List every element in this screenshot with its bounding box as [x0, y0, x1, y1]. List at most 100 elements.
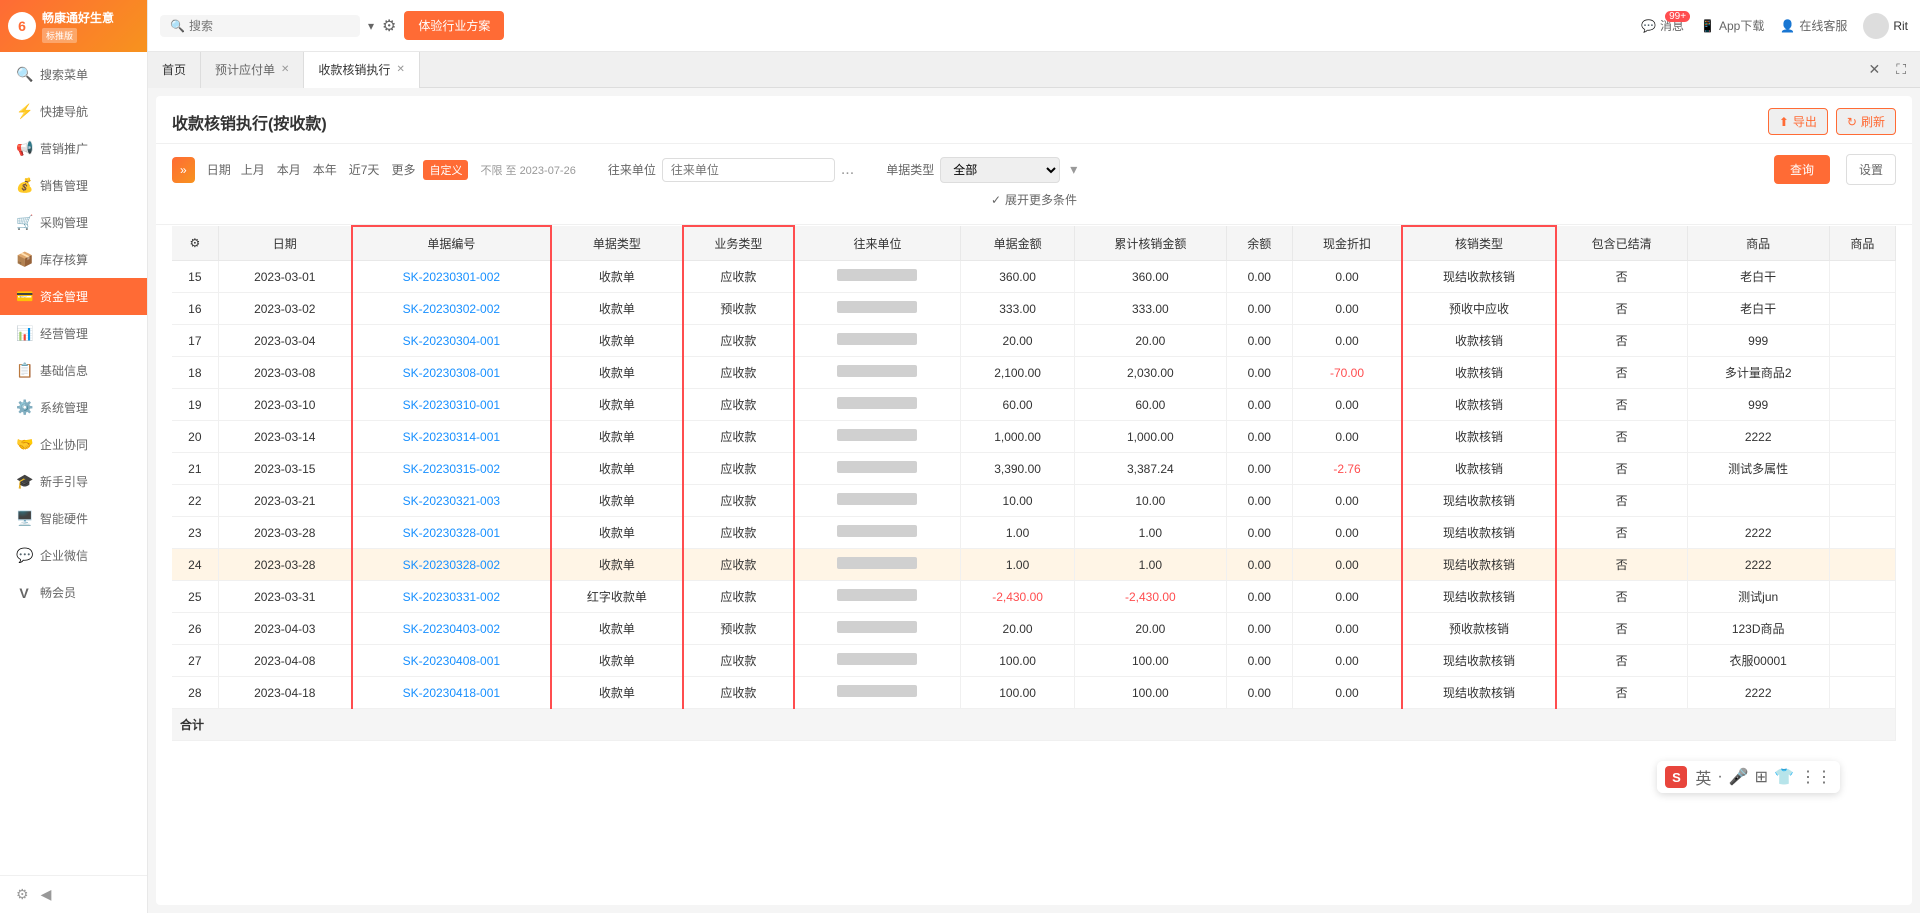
- user-avatar[interactable]: Rit: [1863, 13, 1908, 39]
- topnav-search-box[interactable]: 🔍: [160, 15, 360, 37]
- marketing-icon: 📢: [16, 140, 32, 157]
- sidebar-item-base-info[interactable]: 📋 基础信息: [0, 352, 147, 389]
- filter-date-more[interactable]: 更多: [387, 159, 419, 180]
- sidebar-item-system[interactable]: ⚙️ 系统管理: [0, 389, 147, 426]
- tab-close-collection[interactable]: ✕: [396, 64, 404, 75]
- doc-no-link[interactable]: SK-20230315-002: [403, 462, 500, 476]
- cell-balance: 0.00: [1226, 645, 1292, 677]
- doctype-dropdown-icon[interactable]: ▾: [1070, 161, 1077, 178]
- cell-product2: [1829, 293, 1895, 325]
- sidebar-item-enterprise[interactable]: 🤝 企业协同: [0, 426, 147, 463]
- cell-doc-amount: 333.00: [961, 293, 1075, 325]
- table-row: 26 2023-04-03 SK-20230403-002 收款单 预收款 20…: [172, 613, 1896, 645]
- partner-more-icon[interactable]: ...: [841, 161, 854, 179]
- maximize-icon[interactable]: ⛶: [1890, 59, 1912, 80]
- cell-cash-discount: 0.00: [1292, 517, 1402, 549]
- filter-date-this-month[interactable]: 本月: [273, 159, 305, 180]
- partner-input[interactable]: [662, 158, 835, 182]
- close-window-icon[interactable]: ✕: [1862, 59, 1886, 80]
- cell-doc-type: 收款单: [551, 645, 683, 677]
- collapse-icon[interactable]: ◀: [41, 886, 52, 903]
- query-button[interactable]: 查询: [1774, 155, 1830, 184]
- doc-no-link[interactable]: SK-20230408-001: [403, 654, 500, 668]
- cell-cum-amount: 360.00: [1074, 261, 1226, 293]
- doc-no-link[interactable]: SK-20230302-002: [403, 302, 500, 316]
- sidebar-item-member[interactable]: V 畅会员: [0, 574, 147, 611]
- topnav: 🔍 ▾ ⚙ 体验行业方案 💬 消息 99+ 📱 App下载 👤 在线客服 Rit: [148, 0, 1920, 52]
- filter-date-7days[interactable]: 近7天: [345, 159, 384, 180]
- solution-button[interactable]: 体验行业方案: [404, 11, 504, 40]
- footer-total-label: 合计: [172, 709, 1896, 741]
- main-area: 🔍 ▾ ⚙ 体验行业方案 💬 消息 99+ 📱 App下载 👤 在线客服 Rit: [148, 0, 1920, 913]
- tab-home[interactable]: 首页: [148, 52, 201, 88]
- cell-cum-amount: 3,387.24: [1074, 453, 1226, 485]
- col-header-gear[interactable]: ⚙: [172, 226, 218, 261]
- doc-no-link[interactable]: SK-20230321-003: [403, 494, 500, 508]
- sidebar-item-sales[interactable]: 💰 销售管理: [0, 167, 147, 204]
- doc-no-link[interactable]: SK-20230314-001: [403, 430, 500, 444]
- service-button[interactable]: 👤 在线客服: [1780, 17, 1847, 34]
- filter-date-last-month[interactable]: 上月: [237, 159, 269, 180]
- sidebar-item-marketing[interactable]: 📢 营销推广: [0, 130, 147, 167]
- doc-no-link[interactable]: SK-20230328-002: [403, 558, 500, 572]
- cell-doc-no: SK-20230308-001: [352, 357, 551, 389]
- cell-balance: 0.00: [1226, 261, 1292, 293]
- sidebar-item-wechat[interactable]: 💬 企业微信: [0, 537, 147, 574]
- settings-button[interactable]: 设置: [1846, 154, 1896, 185]
- cell-date: 2023-03-14: [218, 421, 352, 453]
- doc-no-link[interactable]: SK-20230304-001: [403, 334, 500, 348]
- sidebar-item-search-menu[interactable]: 🔍 搜索菜单: [0, 56, 147, 93]
- cell-biz-type: 应收款: [683, 645, 794, 677]
- sidebar-item-purchase[interactable]: 🛒 采购管理: [0, 204, 147, 241]
- tab-close-prepayment[interactable]: ✕: [281, 64, 289, 75]
- doc-no-link[interactable]: SK-20230403-002: [403, 622, 500, 636]
- cell-product: 999: [1687, 325, 1829, 357]
- doc-no-link[interactable]: SK-20230331-002: [403, 590, 500, 604]
- sidebar-item-quick-nav[interactable]: ⚡ 快捷导航: [0, 93, 147, 130]
- cell-product: 2222: [1687, 549, 1829, 581]
- doc-type-select[interactable]: 全部 收款单 红字收款单: [940, 157, 1060, 183]
- export-button[interactable]: ⬆ 导出: [1768, 108, 1828, 135]
- doc-no-link[interactable]: SK-20230310-001: [403, 398, 500, 412]
- gear-icon[interactable]: ⚙: [382, 16, 396, 36]
- quick-nav-icon: ⚡: [16, 103, 32, 120]
- cell-doc-amount: 1.00: [961, 549, 1075, 581]
- refresh-button[interactable]: ↻ 刷新: [1836, 108, 1896, 135]
- cell-write-off-type: 收款核销: [1402, 421, 1556, 453]
- doc-no-link[interactable]: SK-20230308-001: [403, 366, 500, 380]
- avatar: [1863, 13, 1889, 39]
- doc-no-link[interactable]: SK-20230328-001: [403, 526, 500, 540]
- col-header-partner: 往来单位: [794, 226, 961, 261]
- doc-no-link[interactable]: SK-20230301-002: [403, 270, 500, 284]
- doc-no-link[interactable]: SK-20230418-001: [403, 686, 500, 700]
- filter-expand-more[interactable]: ✓ 展开更多条件: [172, 185, 1896, 214]
- cell-doc-no: SK-20230331-002: [352, 581, 551, 613]
- col-header-product2: 商品: [1829, 226, 1895, 261]
- sidebar-item-beginner[interactable]: 🎓 新手引导: [0, 463, 147, 500]
- cell-cum-amount: 100.00: [1074, 645, 1226, 677]
- messages-button[interactable]: 💬 消息 99+: [1641, 17, 1684, 34]
- sidebar-item-finance[interactable]: 💳 资金管理: [0, 278, 147, 315]
- filter-date-custom-button[interactable]: 自定义: [423, 160, 468, 180]
- tab-prepayment[interactable]: 预计应付单 ✕: [201, 52, 304, 88]
- sidebar-item-operations[interactable]: 📊 经营管理: [0, 315, 147, 352]
- cell-write-off-type: 现结收款核销: [1402, 581, 1556, 613]
- settings-icon[interactable]: ⚙: [16, 886, 29, 903]
- cell-product: 测试多属性: [1687, 453, 1829, 485]
- sidebar-item-inventory[interactable]: 📦 库存核算: [0, 241, 147, 278]
- dropdown-icon[interactable]: ▾: [368, 19, 374, 33]
- app-download-button[interactable]: 📱 App下载: [1700, 17, 1764, 34]
- filter-expand-button[interactable]: »: [172, 157, 195, 183]
- cell-doc-type: 收款单: [551, 293, 683, 325]
- search-input[interactable]: [189, 19, 329, 33]
- cell-include-settled: 否: [1556, 485, 1687, 517]
- sidebar-item-hardware[interactable]: 🖥️ 智能硬件: [0, 500, 147, 537]
- table-row: 19 2023-03-10 SK-20230310-001 收款单 应收款 60…: [172, 389, 1896, 421]
- cell-write-off-type: 现结收款核销: [1402, 261, 1556, 293]
- cell-product2: [1829, 517, 1895, 549]
- cell-seq: 18: [172, 357, 218, 389]
- cell-product: 123D商品: [1687, 613, 1829, 645]
- tab-collection-exec[interactable]: 收款核销执行 ✕: [304, 52, 419, 88]
- filter-date-this-year[interactable]: 本年: [309, 159, 341, 180]
- cell-product2: [1829, 581, 1895, 613]
